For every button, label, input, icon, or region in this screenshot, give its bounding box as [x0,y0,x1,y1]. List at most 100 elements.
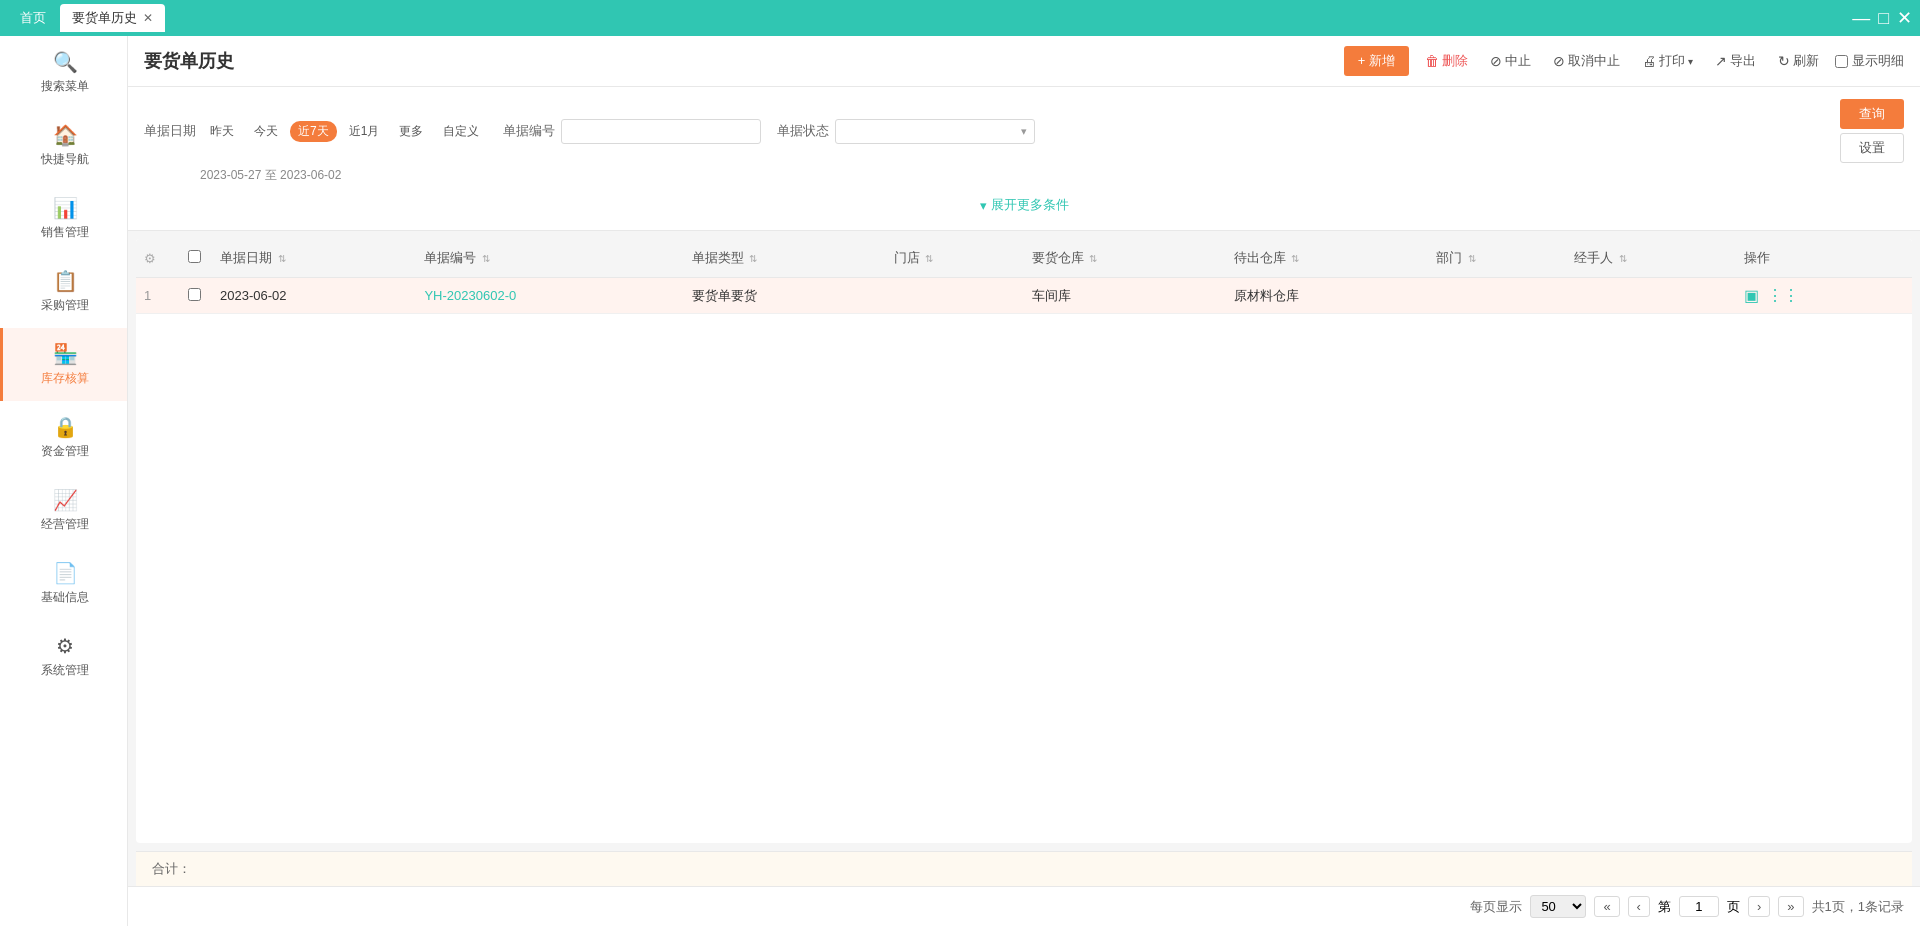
docstatus-select[interactable] [835,119,1035,144]
print-icon: 🖨 [1642,53,1656,69]
export-button[interactable]: ↗ 导出 [1709,48,1762,74]
ops-icon: 📈 [53,488,78,512]
date-range-display: 2023-05-27 至 2023-06-02 [144,167,1904,184]
shortcut-custom[interactable]: 自定义 [435,121,487,142]
shortcut-1month[interactable]: 近1月 [341,121,388,142]
next-page-btn[interactable]: › [1748,896,1770,917]
tab-close-icon[interactable]: ✕ [143,11,153,25]
col-req-warehouse[interactable]: 要货仓库 ⇅ [1024,239,1226,278]
col-settings[interactable]: ⚙ [136,239,176,278]
docstatus-filter-group: 单据状态 [777,119,1035,144]
sys-mgmt-icon: ⚙ [56,634,74,658]
table-row: 1 2023-06-02 YH-20230602-0 要货单要货 车间库 原材料… [136,278,1912,314]
tab-home[interactable]: 首页 [8,4,58,32]
purchase-icon: 📋 [53,269,78,293]
sales-icon: 📊 [53,196,78,220]
page-header: 要货单历史 + 新增 🗑 删除 ⊘ 中止 ⊘ 取消中止 🖨 [128,36,1920,87]
docno-filter-label: 单据编号 [503,122,555,140]
settings-button[interactable]: 设置 [1840,133,1904,163]
date-filter-label: 单据日期 [144,122,196,140]
col-action: 操作 [1736,239,1912,278]
col-store[interactable]: 门店 ⇅ [886,239,1024,278]
filter-actions: 查询 设置 [1840,99,1904,163]
print-dropdown-icon: ▾ [1688,56,1693,67]
row-checkbox[interactable] [188,288,201,301]
sidebar-item-basic-info[interactable]: 📄 基础信息 [0,547,127,620]
export-icon: ↗ [1715,53,1727,69]
shortcut-today[interactable]: 今天 [246,121,286,142]
sidebar-item-purchase-mgmt[interactable]: 📋 采购管理 [0,255,127,328]
sidebar-item-sales-mgmt[interactable]: 📊 销售管理 [0,182,127,255]
home-icon: 🏠 [53,123,78,147]
page-label: 第 [1658,898,1671,916]
filter-bar: 单据日期 昨天 今天 近7天 近1月 更多 自定义 单据编号 [128,87,1920,231]
tab-requisition-history[interactable]: 要货单历史 ✕ [60,4,165,32]
last-page-btn[interactable]: » [1778,896,1803,917]
col-pending-warehouse[interactable]: 待出仓库 ⇅ [1226,239,1428,278]
sidebar-item-quick-nav[interactable]: 🏠 快捷导航 [0,109,127,182]
docstatus-select-wrapper [835,119,1035,144]
refresh-button[interactable]: ↻ 刷新 [1772,48,1825,74]
window-controls: — □ ✕ [1852,7,1912,29]
refresh-icon: ↻ [1778,53,1790,69]
search-menu-icon: 🔍 [53,50,78,74]
display-detail-checkbox[interactable] [1835,55,1848,68]
query-button[interactable]: 查询 [1840,99,1904,129]
col-checkbox [176,239,212,278]
print-button[interactable]: 🖨 打印 ▾ [1636,48,1699,74]
top-bar: 首页 要货单历史 ✕ — □ ✕ [0,0,1920,36]
filter-row: 单据日期 昨天 今天 近7天 近1月 更多 自定义 单据编号 [144,99,1904,163]
data-table: ⚙ 单据日期 ⇅ 单据编号 ⇅ 单据类型 ⇅ 门店 ⇅ 要货仓库 ⇅ 待出仓库 … [136,239,1912,314]
minimize-icon[interactable]: — [1852,8,1870,29]
doc-no-link[interactable]: YH-20230602-0 [424,288,516,303]
page-title: 要货单历史 [144,49,234,73]
col-handler[interactable]: 经手人 ⇅ [1566,239,1736,278]
row-checkbox-cell [176,278,212,314]
shortcut-7days[interactable]: 近7天 [290,121,337,142]
docno-input[interactable] [561,119,761,144]
view-action-icon[interactable]: ▣ [1744,286,1759,305]
expand-more-btn[interactable]: ▾ 展开更多条件 [144,192,1904,218]
new-button[interactable]: + 新增 [1344,46,1409,76]
col-doc-no[interactable]: 单据编号 ⇅ [416,239,683,278]
shortcut-yesterday[interactable]: 昨天 [202,121,242,142]
sidebar-item-sys-mgmt[interactable]: ⚙ 系统管理 [0,620,127,693]
main-layout: 🔍 搜索菜单 🏠 快捷导航 📊 销售管理 📋 采购管理 🏪 库存核算 🔒 资金管… [0,36,1920,926]
inventory-icon: 🏪 [53,342,78,366]
cell-doc-date: 2023-06-02 [212,278,416,314]
col-doc-date[interactable]: 单据日期 ⇅ [212,239,416,278]
total-label: 合计： [152,860,191,878]
stop-icon: ⊘ [1490,53,1502,69]
select-all-checkbox[interactable] [188,250,201,263]
row-num: 1 [136,278,176,314]
first-page-btn[interactable]: « [1594,896,1619,917]
more-action-icon[interactable]: ⋮⋮ [1767,286,1799,305]
close-icon[interactable]: ✕ [1897,7,1912,29]
delete-icon: 🗑 [1425,53,1439,69]
cell-req-warehouse: 车间库 [1024,278,1226,314]
sidebar-item-search-menu[interactable]: 🔍 搜索菜单 [0,36,127,109]
shortcut-more[interactable]: 更多 [391,121,431,142]
basic-info-icon: 📄 [53,561,78,585]
finance-icon: 🔒 [53,415,78,439]
page-size-select[interactable]: 50 20 100 [1530,895,1586,918]
page-input[interactable] [1679,896,1719,917]
col-doc-type[interactable]: 单据类型 ⇅ [684,239,886,278]
total-info: 共1页，1条记录 [1812,898,1904,916]
display-detail-toggle[interactable]: 显示明细 [1835,52,1904,70]
sidebar-item-ops-mgmt[interactable]: 📈 经营管理 [0,474,127,547]
table-body: 1 2023-06-02 YH-20230602-0 要货单要货 车间库 原材料… [136,278,1912,314]
date-shortcuts: 昨天 今天 近7天 近1月 更多 自定义 [202,121,487,142]
cancel-stop-button[interactable]: ⊘ 取消中止 [1547,48,1626,74]
prev-page-btn[interactable]: ‹ [1628,896,1650,917]
maximize-icon[interactable]: □ [1878,8,1889,29]
sidebar-item-inventory[interactable]: 🏪 库存核算 [0,328,127,401]
sidebar-item-finance-mgmt[interactable]: 🔒 资金管理 [0,401,127,474]
toolbar: + 新增 🗑 删除 ⊘ 中止 ⊘ 取消中止 🖨 打印 ▾ [1344,46,1904,76]
page-unit: 页 [1727,898,1740,916]
delete-button[interactable]: 🗑 删除 [1419,48,1474,74]
page-size-label: 每页显示 [1470,898,1522,916]
stop-button[interactable]: ⊘ 中止 [1484,48,1537,74]
table-wrapper: ⚙ 单据日期 ⇅ 单据编号 ⇅ 单据类型 ⇅ 门店 ⇅ 要货仓库 ⇅ 待出仓库 … [136,239,1912,843]
col-department[interactable]: 部门 ⇅ [1428,239,1566,278]
